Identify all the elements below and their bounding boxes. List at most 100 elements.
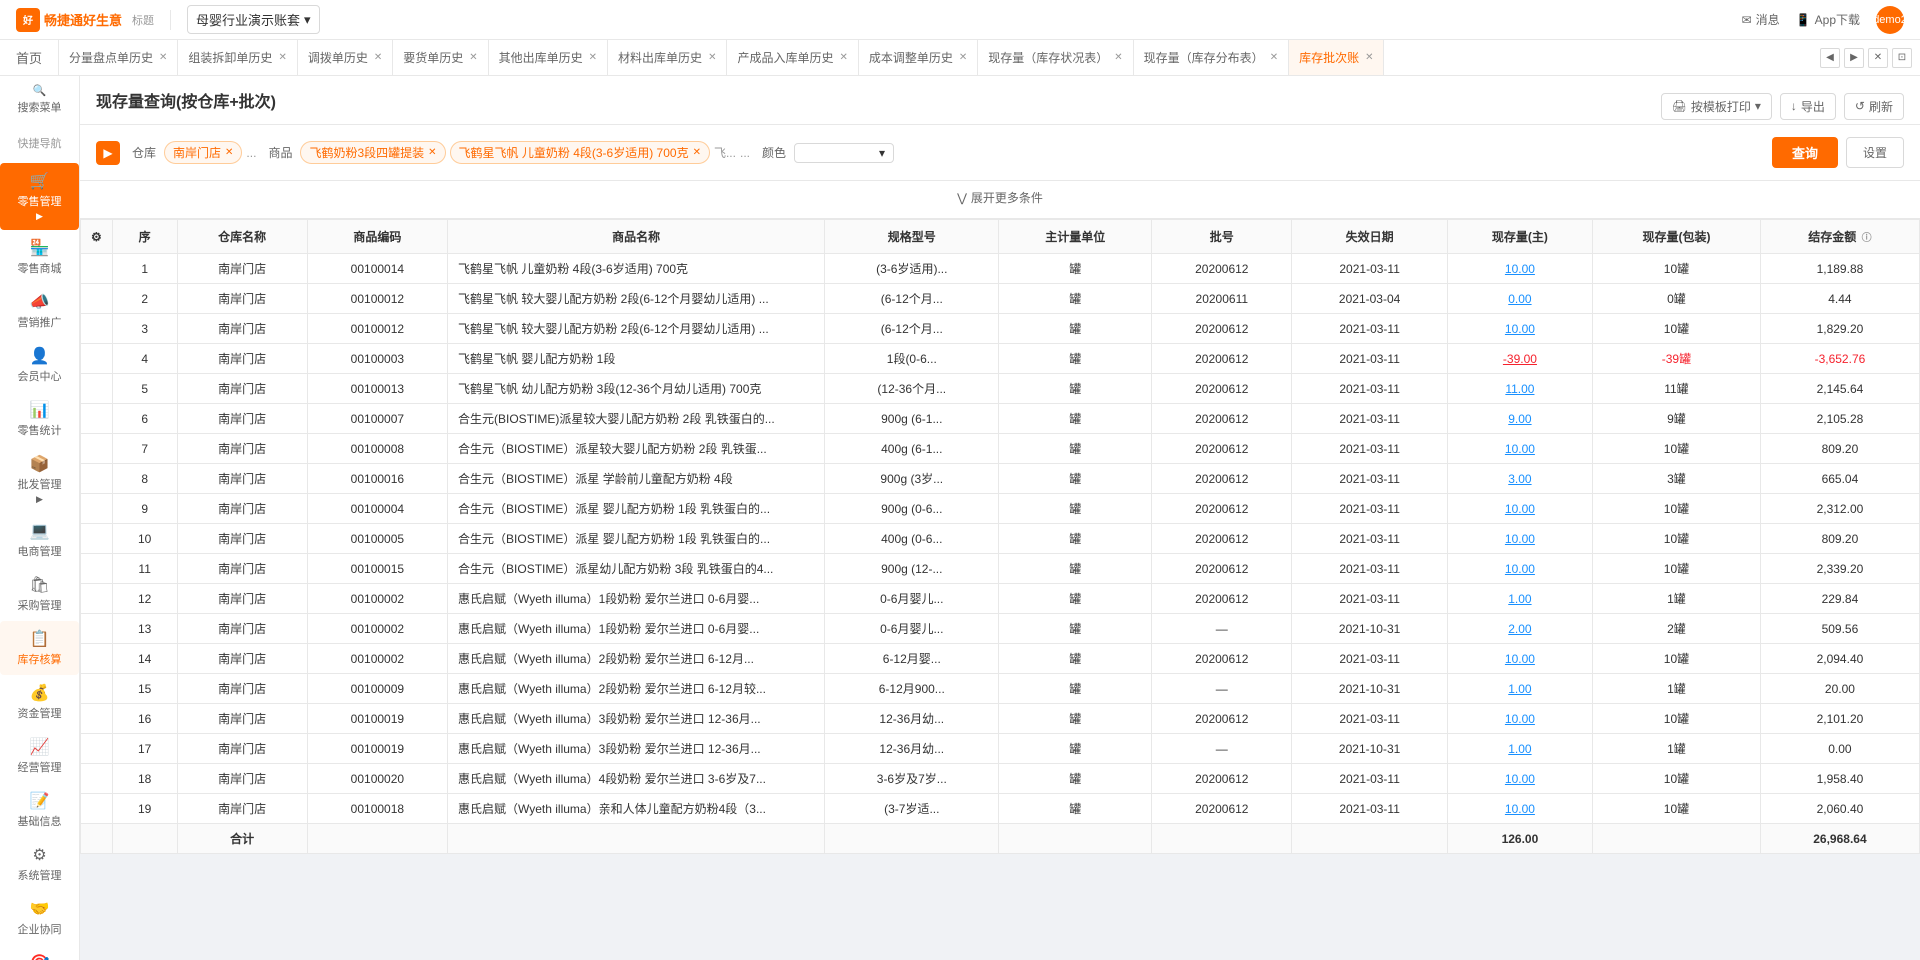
cell-expiry: 2021-03-11 <box>1292 794 1447 824</box>
tab-close-icon[interactable]: ✕ <box>589 52 597 63</box>
tab-xiancunliangkucunfb[interactable]: 现存量（库存分布表） ✕ <box>1134 40 1289 75</box>
product-tag-2-close[interactable]: ✕ <box>693 147 701 158</box>
cell-stock-main[interactable]: 10.00 <box>1447 434 1592 464</box>
nav-selector[interactable]: 母婴行业演示账套 ▾ <box>187 5 320 34</box>
query-btn[interactable]: 查询 <box>1772 137 1838 168</box>
tab-close-icon[interactable]: ✕ <box>278 52 286 63</box>
tab-more-btn[interactable]: ⊡ <box>1892 48 1912 68</box>
tab-kucunpicici[interactable]: 库存批次账 ✕ <box>1289 40 1384 75</box>
product-tag-1-close[interactable]: ✕ <box>428 147 436 158</box>
tab-close-icon[interactable]: ✕ <box>469 52 477 63</box>
cell-stock-main[interactable]: 0.00 <box>1447 284 1592 314</box>
settings-btn[interactable]: 设置 <box>1846 137 1904 168</box>
tab-yaohuo[interactable]: 要货单历史 ✕ <box>393 40 488 75</box>
tab-fenliangpandian[interactable]: 分量盘点单历史 ✕ <box>59 40 178 75</box>
filter-more-icon[interactable]: ... <box>246 146 256 160</box>
table-footer: 合计 126.00 26,968.64 <box>81 824 1920 854</box>
sidebar-item-collab[interactable]: 🤝 企业协同 <box>0 891 79 945</box>
cell-no: 19 <box>112 794 177 824</box>
sidebar-item-retail-stats[interactable]: 📊 零售统计 <box>0 392 79 446</box>
warehouse-tag-close-icon[interactable]: ✕ <box>225 147 233 158</box>
product-tag-1[interactable]: 飞鹤奶粉3段四罐提装 ✕ <box>300 141 445 164</box>
sidebar-item-finance[interactable]: 💰 资金管理 <box>0 675 79 729</box>
cell-stock-main[interactable]: 10.00 <box>1447 524 1592 554</box>
cell-stock-main[interactable]: 10.00 <box>1447 764 1592 794</box>
tab-close-icon[interactable]: ✕ <box>959 52 967 63</box>
page-actions: 🖨 按模板打印 ▾ ↓ 导出 ↺ 刷新 <box>1661 93 1904 120</box>
cell-stock-pkg: 1罐 <box>1593 584 1761 614</box>
export-btn[interactable]: ↓ 导出 <box>1780 93 1836 120</box>
tab-close-btn[interactable]: ✕ <box>1868 48 1888 68</box>
tab-qitachuku[interactable]: 其他出库单历史 ✕ <box>489 40 608 75</box>
tab-chanchengpinruku[interactable]: 产成品入库单历史 ✕ <box>727 40 858 75</box>
cell-stock-main[interactable]: 10.00 <box>1447 644 1592 674</box>
sidebar-item-system[interactable]: ⚙ 系统管理 <box>0 837 79 891</box>
sidebar-item-wholesale[interactable]: 📦 批发管理 ▶ <box>0 446 79 513</box>
tab-home[interactable]: 首页 <box>0 40 59 75</box>
tab-close-icon[interactable]: ✕ <box>1114 52 1122 63</box>
cell-stock-main[interactable]: -39.00 <box>1447 344 1592 374</box>
sidebar-item-ecommerce[interactable]: 💻 电商管理 <box>0 513 79 567</box>
summary-spec <box>825 824 999 854</box>
expand-conditions-btn[interactable]: ⋁ 展开更多条件 <box>957 189 1043 206</box>
sidebar-item-operations[interactable]: 📈 经营管理 <box>0 729 79 783</box>
sidebar-item-retail-mgmt[interactable]: 🛒 零售管理 ▶ <box>0 163 79 230</box>
sidebar-item-marketing[interactable]: 📣 营销推广 <box>0 284 79 338</box>
cell-stock-main[interactable]: 9.00 <box>1447 404 1592 434</box>
sidebar-item-inventory[interactable]: 📋 库存核算 <box>0 621 79 675</box>
cell-batch: 20200612 <box>1152 554 1292 584</box>
table-row: 15南岸门店00100009惠氏启赋（Wyeth illuma）2段奶粉 爱尔兰… <box>81 674 1920 704</box>
cell-stock-main[interactable]: 2.00 <box>1447 614 1592 644</box>
table-row: 7南岸门店00100008合生元（BIOSTIME）派星较大婴儿配方奶粉 2段 … <box>81 434 1920 464</box>
avatar[interactable]: demo2 <box>1876 6 1904 34</box>
tab-zuzhangchaijian[interactable]: 组装拆卸单历史 ✕ <box>178 40 297 75</box>
tab-close-icon[interactable]: ✕ <box>1365 52 1373 63</box>
cell-stock-main[interactable]: 10.00 <box>1447 704 1592 734</box>
tab-cailiaoChuku[interactable]: 材料出库单历史 ✕ <box>608 40 727 75</box>
filter-expand-btn[interactable]: ▶ <box>96 141 120 165</box>
cell-spec: 3-6岁及7岁... <box>825 764 999 794</box>
cell-expiry: 2021-03-11 <box>1292 494 1447 524</box>
tab-close-icon[interactable]: ✕ <box>374 52 382 63</box>
tab-xiancunliangkucunzt[interactable]: 现存量（库存状况表） ✕ <box>978 40 1133 75</box>
tab-close-icon[interactable]: ✕ <box>708 52 716 63</box>
tab-close-icon[interactable]: ✕ <box>1270 52 1278 63</box>
sidebar-item-purchase[interactable]: 🛍 采购管理 <box>0 567 79 621</box>
tab-chenben[interactable]: 成本调整单历史 ✕ <box>859 40 978 75</box>
cell-stock-main[interactable]: 1.00 <box>1447 584 1592 614</box>
template-print-btn[interactable]: 🖨 按模板打印 ▾ <box>1661 93 1772 120</box>
cell-stock-main[interactable]: 10.00 <box>1447 314 1592 344</box>
tab-bar: 首页 分量盘点单历史 ✕ 组装拆卸单历史 ✕ 调拨单历史 ✕ 要货单历史 ✕ 其… <box>0 40 1920 76</box>
stats-icon: 📊 <box>30 400 50 420</box>
sidebar-item-retail-mall[interactable]: 🏪 零售商城 <box>0 230 79 284</box>
product-tag-2[interactable]: 飞鹤星飞帆 儿童奶粉 4段(3-6岁适用) 700克 ✕ <box>450 141 710 164</box>
tab-next-btn[interactable]: ▶ <box>1844 48 1864 68</box>
app-download-btn[interactable]: 📱 App下载 <box>1796 11 1860 28</box>
sidebar-item-basic-info[interactable]: 📝 基础信息 <box>0 783 79 837</box>
cell-stock-main[interactable]: 10.00 <box>1447 554 1592 584</box>
refresh-btn[interactable]: ↺ 刷新 <box>1844 93 1904 120</box>
cell-stock-main[interactable]: 10.00 <box>1447 794 1592 824</box>
th-settings[interactable]: ⚙ <box>81 220 113 254</box>
cell-stock-main[interactable]: 10.00 <box>1447 254 1592 284</box>
sidebar-item-newguide[interactable]: 🎯 新手引导 <box>0 945 79 960</box>
cell-settings <box>81 464 113 494</box>
sidebar-item-members[interactable]: 👤 会员中心 <box>0 338 79 392</box>
tab-nav-btns: ◀ ▶ ✕ ⊡ <box>1812 48 1920 68</box>
tab-close-icon[interactable]: ✕ <box>159 52 167 63</box>
tab-diaobodanls[interactable]: 调拨单历史 ✕ <box>298 40 393 75</box>
balance-info-icon[interactable]: ⓘ <box>1862 233 1872 244</box>
messages-btn[interactable]: ✉ 消息 <box>1742 11 1780 28</box>
search-menu-btn[interactable]: 🔍 搜索菜单 <box>4 84 75 115</box>
cell-stock-main[interactable]: 10.00 <box>1447 494 1592 524</box>
cell-stock-main[interactable]: 1.00 <box>1447 674 1592 704</box>
tab-close-icon[interactable]: ✕ <box>839 52 847 63</box>
product-more-icon[interactable]: 飞... <box>714 144 736 161</box>
cell-stock-main[interactable]: 1.00 <box>1447 734 1592 764</box>
cell-stock-main[interactable]: 3.00 <box>1447 464 1592 494</box>
tab-prev-btn[interactable]: ◀ <box>1820 48 1840 68</box>
color-filter-select[interactable]: ▾ <box>794 143 894 163</box>
cell-stock-main[interactable]: 11.00 <box>1447 374 1592 404</box>
warehouse-tag-nananmen[interactable]: 南岸门店 ✕ <box>164 141 242 164</box>
cell-no: 7 <box>112 434 177 464</box>
